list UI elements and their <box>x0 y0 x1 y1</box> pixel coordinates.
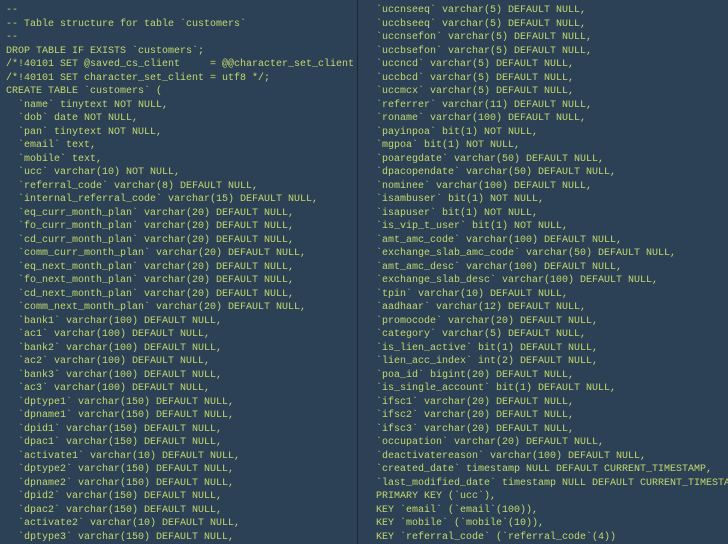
code-line: CREATE TABLE `customers` ( <box>6 85 351 99</box>
code-line: `amt_amc_desc` varchar(100) DEFAULT NULL… <box>364 261 722 275</box>
code-line: `uccnsefon` varchar(5) DEFAULT NULL, <box>364 31 722 45</box>
code-line: `referrer` varchar(11) DEFAULT NULL, <box>364 99 722 113</box>
code-line: `pan` tinytext NOT NULL, <box>6 126 351 140</box>
code-line: `occupation` varchar(20) DEFAULT NULL, <box>364 436 722 450</box>
code-line: `category` varchar(5) DEFAULT NULL, <box>364 328 722 342</box>
code-line: `dpname1` varchar(150) DEFAULT NULL, <box>6 409 351 423</box>
code-line: `deactivatereason` varchar(100) DEFAULT … <box>364 450 722 464</box>
code-column-right[interactable]: `uccnseeq` varchar(5) DEFAULT NULL, `ucc… <box>358 0 728 544</box>
code-line: `dpid1` varchar(150) DEFAULT NULL, <box>6 423 351 437</box>
code-line: -- <box>6 4 351 18</box>
code-line: `exchange_slab_desc` varchar(100) DEFAUL… <box>364 274 722 288</box>
code-line: `lien_acc_index` int(2) DEFAULT NULL, <box>364 355 722 369</box>
code-line: `is_single_account` bit(1) DEFAULT NULL, <box>364 382 722 396</box>
code-line: `ac1` varchar(100) DEFAULT NULL, <box>6 328 351 342</box>
code-line: `dptype1` varchar(150) DEFAULT NULL, <box>6 396 351 410</box>
code-line: `dptype3` varchar(150) DEFAULT NULL, <box>6 531 351 544</box>
code-line: `activate1` varchar(10) DEFAULT NULL, <box>6 450 351 464</box>
code-line: `dpac2` varchar(150) DEFAULT NULL, <box>6 504 351 518</box>
code-line: `email` text, <box>6 139 351 153</box>
code-line: `dptype2` varchar(150) DEFAULT NULL, <box>6 463 351 477</box>
code-line: `is_lien_active` bit(1) DEFAULT NULL, <box>364 342 722 356</box>
code-line: `amt_amc_code` varchar(100) DEFAULT NULL… <box>364 234 722 248</box>
code-line: `dpac1` varchar(150) DEFAULT NULL, <box>6 436 351 450</box>
code-line: `ifsc3` varchar(20) DEFAULT NULL, <box>364 423 722 437</box>
code-line: `nominee` varchar(100) DEFAULT NULL, <box>364 180 722 194</box>
code-line: `dpid2` varchar(150) DEFAULT NULL, <box>6 490 351 504</box>
code-line: `comm_curr_month_plan` varchar(20) DEFAU… <box>6 247 351 261</box>
code-line: `ac3` varchar(100) DEFAULT NULL, <box>6 382 351 396</box>
code-line: `bank1` varchar(100) DEFAULT NULL, <box>6 315 351 329</box>
code-line: `eq_next_month_plan` varchar(20) DEFAULT… <box>6 261 351 275</box>
code-line: `dob` date NOT NULL, <box>6 112 351 126</box>
code-line: `fo_next_month_plan` varchar(20) DEFAULT… <box>6 274 351 288</box>
code-line: `activate2` varchar(10) DEFAULT NULL, <box>6 517 351 531</box>
code-line: `ifsc1` varchar(20) DEFAULT NULL, <box>364 396 722 410</box>
code-line: `tpin` varchar(10) DEFAULT NULL, <box>364 288 722 302</box>
code-line: `uccmcx` varchar(5) DEFAULT NULL, <box>364 85 722 99</box>
code-line: `roname` varchar(100) DEFAULT NULL, <box>364 112 722 126</box>
code-line: KEY `referral_code` (`referral_code`(4)) <box>364 531 722 544</box>
code-line: /*!40101 SET @saved_cs_client = @@charac… <box>6 58 351 72</box>
code-line: `created_date` timestamp NULL DEFAULT CU… <box>364 463 722 477</box>
code-line: `uccnseeq` varchar(5) DEFAULT NULL, <box>364 4 722 18</box>
code-line: `cd_next_month_plan` varchar(20) DEFAULT… <box>6 288 351 302</box>
code-line: `internal_referral_code` varchar(15) DEF… <box>6 193 351 207</box>
code-line: `comm_next_month_plan` varchar(20) DEFAU… <box>6 301 351 315</box>
code-line: DROP TABLE IF EXISTS `customers`; <box>6 45 351 59</box>
code-line: `mobile` text, <box>6 153 351 167</box>
code-line: `is_vip_t_user` bit(1) NOT NULL, <box>364 220 722 234</box>
code-line: `ac2` varchar(100) DEFAULT NULL, <box>6 355 351 369</box>
code-line: `poa_id` bigint(20) DEFAULT NULL, <box>364 369 722 383</box>
code-line: -- <box>6 31 351 45</box>
code-line: `uccbsefon` varchar(5) DEFAULT NULL, <box>364 45 722 59</box>
code-line: `isambuser` bit(1) NOT NULL, <box>364 193 722 207</box>
code-line: -- Table structure for table `customers` <box>6 18 351 32</box>
code-line: KEY `mobile` (`mobile`(10)), <box>364 517 722 531</box>
code-line: `payinpoa` bit(1) NOT NULL, <box>364 126 722 140</box>
code-line: `uccbseeq` varchar(5) DEFAULT NULL, <box>364 18 722 32</box>
code-line: `cd_curr_month_plan` varchar(20) DEFAULT… <box>6 234 351 248</box>
code-line: `ifsc2` varchar(20) DEFAULT NULL, <box>364 409 722 423</box>
code-line: `isapuser` bit(1) NOT NULL, <box>364 207 722 221</box>
code-line: `exchange_slab_amc_code` varchar(50) DEF… <box>364 247 722 261</box>
code-line: /*!40101 SET character_set_client = utf8… <box>6 72 351 86</box>
code-line: `eq_curr_month_plan` varchar(20) DEFAULT… <box>6 207 351 221</box>
code-line: `uccncd` varchar(5) DEFAULT NULL, <box>364 58 722 72</box>
code-line: `referral_code` varchar(8) DEFAULT NULL, <box>6 180 351 194</box>
code-line: `poaregdate` varchar(50) DEFAULT NULL, <box>364 153 722 167</box>
code-line: `name` tinytext NOT NULL, <box>6 99 351 113</box>
code-line: `bank2` varchar(100) DEFAULT NULL, <box>6 342 351 356</box>
code-line: `promocode` varchar(20) DEFAULT NULL, <box>364 315 722 329</box>
code-line: `uccbcd` varchar(5) DEFAULT NULL, <box>364 72 722 86</box>
code-line: `mgpoa` bit(1) NOT NULL, <box>364 139 722 153</box>
code-line: `last_modified_date` timestamp NULL DEFA… <box>364 477 722 491</box>
code-line: `fo_curr_month_plan` varchar(20) DEFAULT… <box>6 220 351 234</box>
code-line: `dpname2` varchar(150) DEFAULT NULL, <box>6 477 351 491</box>
code-line: `bank3` varchar(100) DEFAULT NULL, <box>6 369 351 383</box>
code-line: PRIMARY KEY (`ucc`), <box>364 490 722 504</box>
code-column-left[interactable]: ---- Table structure for table `customer… <box>0 0 358 544</box>
code-line: `aadhaar` varchar(12) DEFAULT NULL, <box>364 301 722 315</box>
code-line: `ucc` varchar(10) NOT NULL, <box>6 166 351 180</box>
code-line: KEY `email` (`email`(100)), <box>364 504 722 518</box>
code-line: `dpacopendate` varchar(50) DEFAULT NULL, <box>364 166 722 180</box>
